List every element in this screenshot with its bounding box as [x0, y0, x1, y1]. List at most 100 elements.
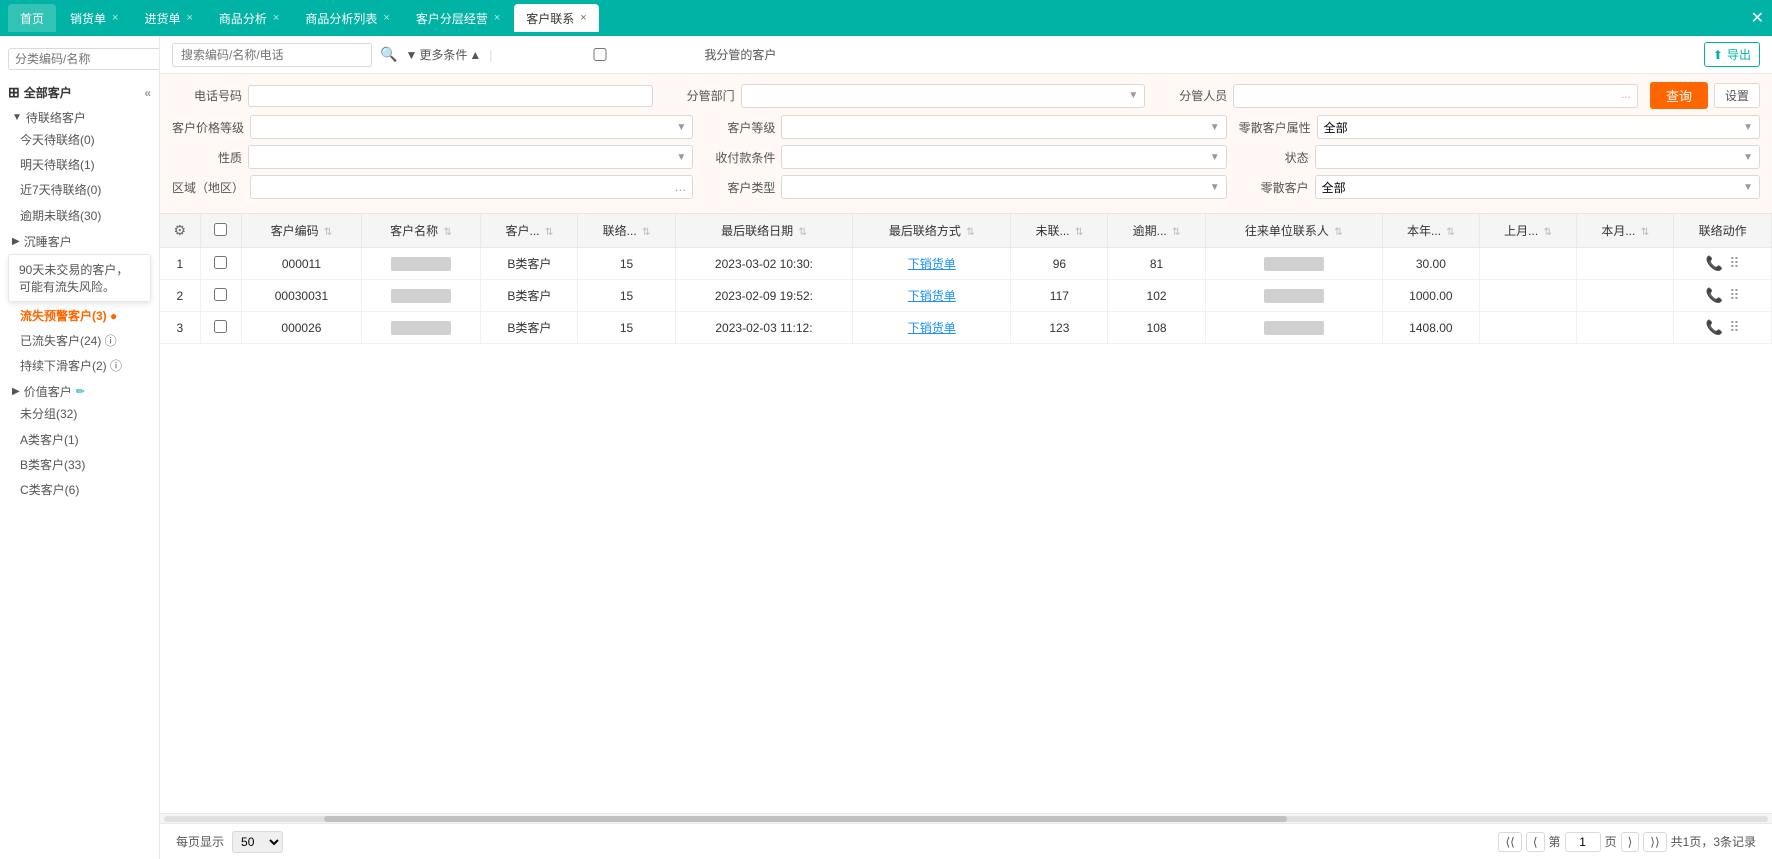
row1-more-icon[interactable]: ⠿: [1729, 255, 1739, 272]
sort-person-icon[interactable]: ⇅: [1334, 227, 1342, 238]
sidebar-section-pending[interactable]: ▼ 待联络客户: [0, 105, 159, 128]
col-unlink[interactable]: 未联... ⇅: [1011, 214, 1108, 248]
row2-last-type[interactable]: 下销货单: [853, 280, 1011, 312]
sort-unlink-icon[interactable]: ⇅: [1075, 227, 1083, 238]
export-button[interactable]: ⬆ 导出: [1704, 42, 1760, 67]
sidebar-item-tomorrow[interactable]: 明天待联络(1): [0, 153, 159, 178]
row1-checkbox[interactable]: [200, 248, 242, 280]
sidebar-item-c-class[interactable]: C类客户(6): [0, 478, 159, 503]
row3-checkbox[interactable]: [200, 312, 242, 344]
filter-price-grade-select[interactable]: ▼: [250, 115, 693, 139]
filter-customer-grade-select[interactable]: ▼: [781, 115, 1226, 139]
row1-phone-icon[interactable]: 📞: [1706, 255, 1723, 272]
col-code[interactable]: 客户编码 ⇅: [242, 214, 362, 248]
row3-more-icon[interactable]: ⠿: [1729, 319, 1739, 336]
more-conditions-button[interactable]: ▼ 更多条件 ▲: [405, 46, 481, 63]
tab-home[interactable]: 首页: [8, 4, 56, 32]
sort-type-icon[interactable]: ⇅: [545, 227, 553, 238]
sort-code-icon[interactable]: ⇅: [324, 227, 332, 238]
tab-customer-contact[interactable]: 客户联系 ×: [514, 4, 598, 32]
tab-close-purchase[interactable]: ×: [186, 12, 192, 24]
sort-last-type-icon[interactable]: ⇅: [966, 227, 974, 238]
my-customers-checkbox[interactable]: [500, 48, 700, 61]
filter-person-select[interactable]: …: [1233, 84, 1638, 108]
col-this-month[interactable]: 本月... ⇅: [1577, 214, 1674, 248]
sidebar-item-overdue[interactable]: 逾期未联络(30): [0, 204, 159, 229]
tab-close-customer-segment[interactable]: ×: [494, 12, 500, 24]
tab-product-list[interactable]: 商品分析列表 ×: [293, 4, 401, 32]
sort-name-icon[interactable]: ⇅: [443, 227, 451, 238]
pagination-first-btn[interactable]: ⟨⟨: [1498, 832, 1521, 852]
pagination-page-input[interactable]: [1565, 832, 1601, 852]
my-customers-checkbox-label[interactable]: 我分管的客户: [500, 46, 776, 63]
tab-sales[interactable]: 销货单 ×: [58, 4, 130, 32]
sort-last-date-icon[interactable]: ⇅: [798, 227, 806, 238]
collapse-icon[interactable]: «: [144, 86, 151, 100]
sidebar-item-ungrouped[interactable]: 未分组(32): [0, 402, 159, 427]
tab-close-product-list[interactable]: ×: [383, 12, 389, 24]
col-last-type[interactable]: 最后联络方式 ⇅: [853, 214, 1011, 248]
scrollbar-track[interactable]: [164, 816, 1768, 822]
sort-contact-icon[interactable]: ⇅: [642, 227, 650, 238]
search-input[interactable]: [172, 43, 372, 67]
tab-close-customer-contact[interactable]: ×: [580, 12, 586, 24]
region-more-icon[interactable]: …: [674, 180, 686, 194]
sort-last-month-icon[interactable]: ⇅: [1544, 227, 1552, 238]
select-all-checkbox[interactable]: [214, 223, 227, 236]
sidebar-section-value[interactable]: ▶ 价值客户 ✏: [0, 379, 159, 402]
tab-customer-segment[interactable]: 客户分层经营 ×: [404, 4, 512, 32]
row1-last-type[interactable]: 下销货单: [853, 248, 1011, 280]
settings-button[interactable]: 设置: [1714, 83, 1760, 108]
value-edit-icon[interactable]: ✏: [76, 385, 85, 398]
row2-checkbox[interactable]: [200, 280, 242, 312]
query-button[interactable]: 查询: [1650, 82, 1708, 109]
sort-this-year-icon[interactable]: ⇅: [1446, 227, 1454, 238]
col-last-date[interactable]: 最后联络日期 ⇅: [675, 214, 853, 248]
filter-status-select[interactable]: ▼: [1315, 145, 1760, 169]
sidebar-item-declining[interactable]: 持续下滑客户(2) ⓘ: [0, 354, 159, 379]
filter-nature-select[interactable]: ▼: [248, 145, 693, 169]
filter-region-select[interactable]: …: [250, 175, 693, 199]
col-contact[interactable]: 联络... ⇅: [578, 214, 675, 248]
col-person[interactable]: 往来单位联系人 ⇅: [1205, 214, 1382, 248]
row2-phone-icon[interactable]: 📞: [1706, 287, 1723, 304]
sidebar-item-churned[interactable]: 已流失客户(24) ⓘ: [0, 329, 159, 354]
sidebar-item-b-class[interactable]: B类客户(33): [0, 453, 159, 478]
pagination-last-btn[interactable]: ⟩⟩: [1643, 832, 1666, 852]
sort-overdue-icon[interactable]: ⇅: [1172, 227, 1180, 238]
window-close-button[interactable]: ✕: [1751, 8, 1764, 28]
pagination-prev-btn[interactable]: ⟨: [1526, 832, 1545, 852]
tab-purchase[interactable]: 进货单 ×: [132, 4, 204, 32]
sidebar-item-today[interactable]: 今天待联络(0): [0, 128, 159, 153]
tab-close-sales[interactable]: ×: [112, 12, 118, 24]
col-type[interactable]: 客户... ⇅: [481, 214, 578, 248]
tab-product-analysis[interactable]: 商品分析 ×: [207, 4, 291, 32]
row3-phone-icon[interactable]: 📞: [1706, 319, 1723, 336]
scrollbar-thumb[interactable]: [324, 816, 1286, 822]
col-this-year[interactable]: 本年... ⇅: [1382, 214, 1479, 248]
row3-last-type[interactable]: 下销货单: [853, 312, 1011, 344]
row2-more-icon[interactable]: ⠿: [1729, 287, 1739, 304]
filter-phone-input[interactable]: [248, 85, 653, 107]
horizontal-scrollbar[interactable]: [160, 813, 1772, 823]
col-last-month[interactable]: 上月... ⇅: [1479, 214, 1576, 248]
filter-zero-attr-select[interactable]: 全部 ▼: [1317, 115, 1760, 139]
page-size-select[interactable]: 50 20 100: [232, 831, 283, 853]
sidebar-search-input[interactable]: [8, 48, 160, 70]
filter-zero-customer-select[interactable]: 全部 ▼: [1315, 175, 1760, 199]
col-name[interactable]: 客户名称 ⇅: [361, 214, 481, 248]
sidebar-section-dormant[interactable]: ▶ 沉睡客户: [0, 229, 159, 252]
sidebar-all-customers[interactable]: ⊞ 全部客户 «: [0, 80, 159, 105]
col-overdue[interactable]: 逾期... ⇅: [1108, 214, 1205, 248]
filter-payment-select[interactable]: ▼: [781, 145, 1226, 169]
table-settings-icon[interactable]: ⚙: [174, 222, 187, 238]
filter-customer-type-select[interactable]: ▼: [781, 175, 1226, 199]
sidebar-item-churn-warning[interactable]: 流失预警客户(3) ●: [0, 304, 159, 329]
filter-dept-select[interactable]: ▼: [741, 84, 1146, 108]
tab-close-product-analysis[interactable]: ×: [273, 12, 279, 24]
sidebar-item-a-class[interactable]: A类客户(1): [0, 428, 159, 453]
search-button[interactable]: 🔍: [380, 46, 397, 63]
sort-this-month-icon[interactable]: ⇅: [1641, 227, 1649, 238]
sidebar-item-7days[interactable]: 近7天待联络(0): [0, 178, 159, 203]
pagination-next-btn[interactable]: ⟩: [1621, 832, 1640, 852]
